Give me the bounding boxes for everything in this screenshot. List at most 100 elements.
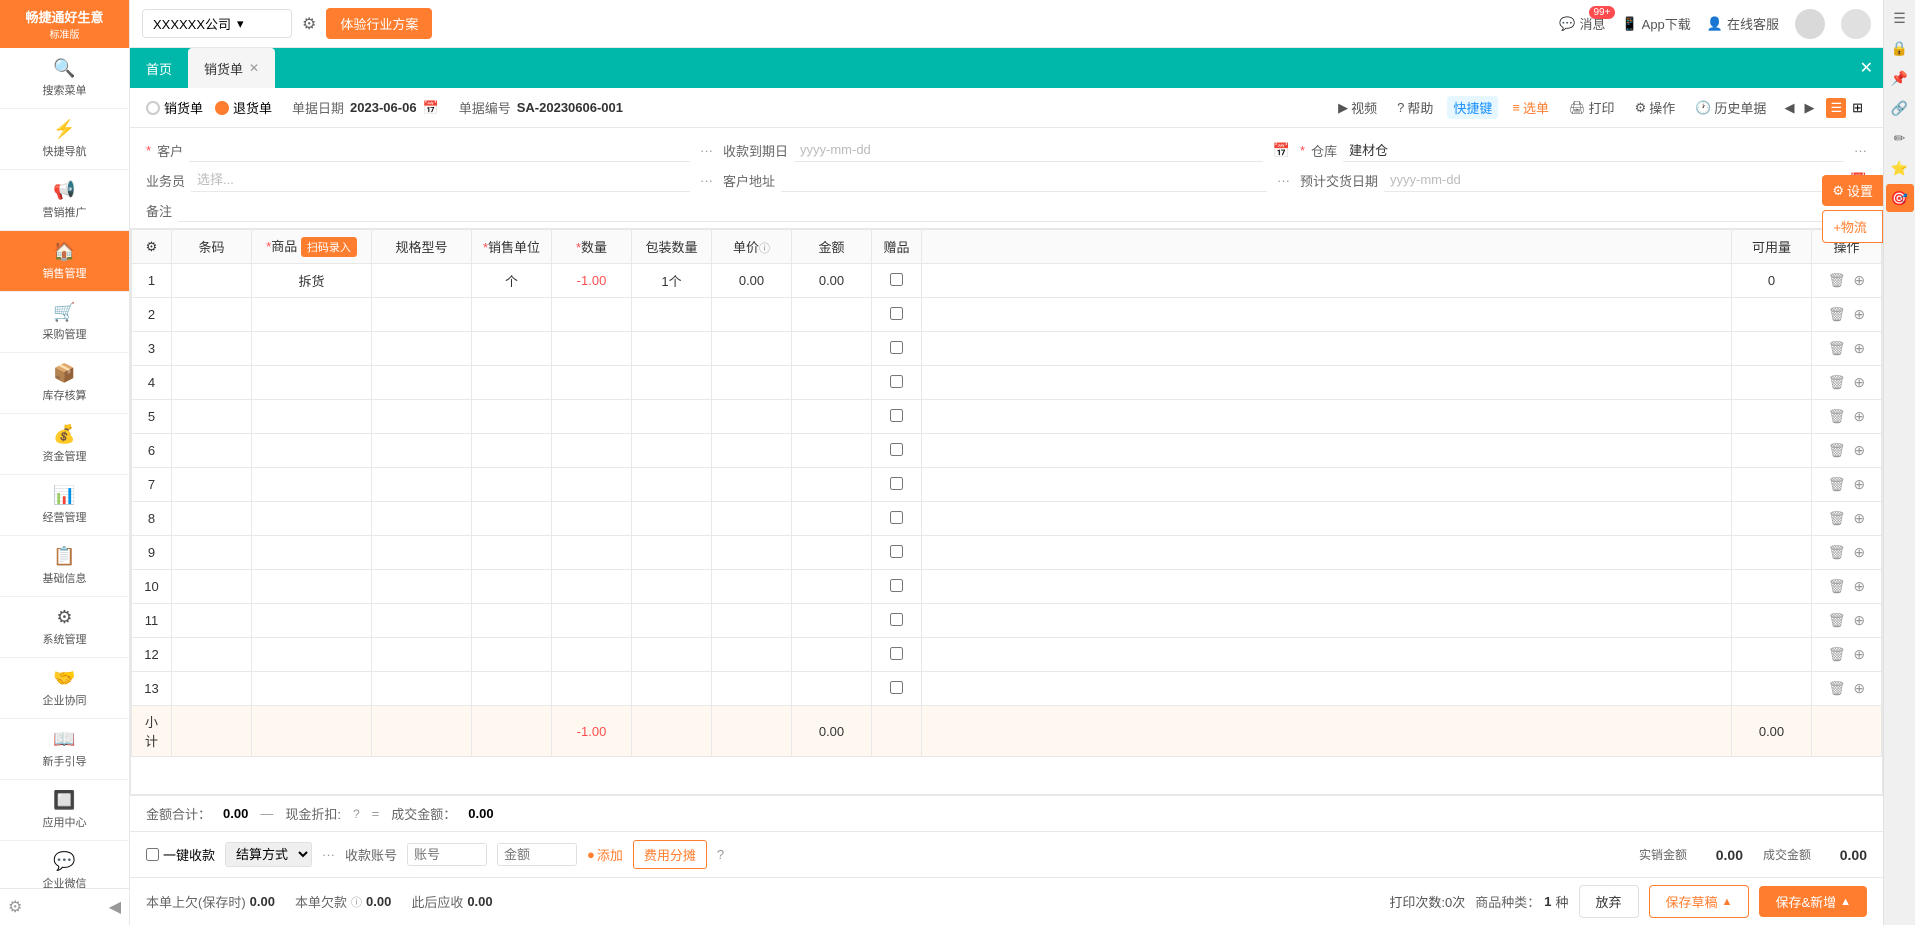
- copy-btn-6[interactable]: ⊕: [1851, 474, 1867, 495]
- user-avatar2[interactable]: [1841, 9, 1871, 39]
- cell-spec-0[interactable]: [372, 264, 472, 298]
- barcode-input-4[interactable]: [180, 409, 243, 424]
- panel-btn-4[interactable]: 🔗: [1886, 94, 1914, 122]
- trial-button[interactable]: 体验行业方案: [326, 8, 432, 39]
- barcode-input-5[interactable]: [180, 443, 243, 458]
- barcode-input-8[interactable]: [180, 545, 243, 560]
- user-avatar[interactable]: [1795, 9, 1825, 39]
- delete-btn-11[interactable]: 🗑: [1826, 644, 1848, 665]
- sidebar-item-销售管理[interactable]: 🏠销售管理: [0, 231, 129, 292]
- cell-spec-3[interactable]: [372, 366, 472, 400]
- barcode-input-2[interactable]: [180, 341, 243, 356]
- discount-help-icon[interactable]: ?: [353, 807, 360, 821]
- th-settings[interactable]: ⚙: [132, 230, 172, 264]
- sidebar-item-企业微信[interactable]: 💬企业微信: [0, 841, 129, 888]
- cost-split-btn[interactable]: 费用分摊: [633, 840, 707, 869]
- discard-button[interactable]: 放弃: [1579, 885, 1639, 918]
- grid-view-icon[interactable]: ⊞: [1848, 98, 1867, 118]
- sidebar-item-快捷导航[interactable]: ⚡快捷导航: [0, 109, 129, 170]
- barcode-input-9[interactable]: [180, 579, 243, 594]
- cost-help-icon[interactable]: ?: [717, 847, 724, 862]
- cell-spec-7[interactable]: [372, 502, 472, 536]
- warehouse-input[interactable]: [1343, 138, 1844, 162]
- gift-checkbox-1[interactable]: [890, 307, 903, 320]
- sidebar-item-采购管理[interactable]: 🛒采购管理: [0, 292, 129, 353]
- calendar-icon[interactable]: 📅: [423, 100, 439, 116]
- gift-checkbox-6[interactable]: [890, 477, 903, 490]
- delete-btn-5[interactable]: 🗑: [1826, 440, 1848, 461]
- tab-close-icon[interactable]: ✕: [249, 61, 259, 75]
- tab-sale[interactable]: 销货单 ✕: [188, 48, 275, 88]
- barcode-input-12[interactable]: [180, 681, 243, 696]
- pay-method-select[interactable]: 结算方式: [225, 842, 312, 867]
- gift-checkbox-2[interactable]: [890, 341, 903, 354]
- gift-checkbox-0[interactable]: [890, 273, 903, 286]
- customer-input[interactable]: [189, 138, 690, 162]
- payment-date-input[interactable]: [794, 138, 1263, 162]
- save-new-button[interactable]: 保存&新增 ▲: [1759, 886, 1867, 917]
- pay-method-dots[interactable]: ···: [322, 847, 335, 862]
- copy-btn-2[interactable]: ⊕: [1851, 338, 1867, 359]
- video-btn[interactable]: ▶ 视频: [1332, 96, 1383, 119]
- delete-btn-9[interactable]: 🗑: [1826, 576, 1848, 597]
- delete-btn-8[interactable]: 🗑: [1826, 542, 1848, 563]
- cell-barcode-6[interactable]: [172, 468, 252, 502]
- panel-btn-2[interactable]: 🔒: [1886, 34, 1914, 62]
- cell-spec-11[interactable]: [372, 638, 472, 672]
- copy-btn-3[interactable]: ⊕: [1851, 372, 1867, 393]
- tab-home[interactable]: 首页: [130, 48, 188, 88]
- panel-btn-6[interactable]: ⭐: [1886, 154, 1914, 182]
- barcode-input-7[interactable]: [180, 511, 243, 526]
- sidebar-item-库存核算[interactable]: 📦库存核算: [0, 353, 129, 414]
- cell-barcode-5[interactable]: [172, 434, 252, 468]
- copy-btn-12[interactable]: ⊕: [1851, 678, 1867, 699]
- prev-arrow[interactable]: ◀: [1780, 98, 1798, 118]
- gift-checkbox-10[interactable]: [890, 613, 903, 626]
- copy-btn-10[interactable]: ⊕: [1851, 610, 1867, 631]
- pay-account-input[interactable]: [407, 843, 487, 866]
- radio-return[interactable]: 退货单: [215, 98, 272, 117]
- operate-btn[interactable]: ⚙ 操作: [1629, 96, 1682, 119]
- sidebar-item-企业协同[interactable]: 🤝企业协同: [0, 658, 129, 719]
- select-btn[interactable]: ≡ 选单: [1506, 96, 1555, 119]
- gift-checkbox-12[interactable]: [890, 681, 903, 694]
- delete-btn-3[interactable]: 🗑: [1826, 372, 1848, 393]
- sidebar-item-新手引导[interactable]: 📖新手引导: [0, 719, 129, 780]
- sidebar-item-应用中心[interactable]: 🔲应用中心: [0, 780, 129, 841]
- cell-barcode-11[interactable]: [172, 638, 252, 672]
- gift-checkbox-5[interactable]: [890, 443, 903, 456]
- cell-barcode-10[interactable]: [172, 604, 252, 638]
- delete-btn-10[interactable]: 🗑: [1826, 610, 1848, 631]
- barcode-input-10[interactable]: [180, 613, 243, 628]
- cell-barcode-7[interactable]: [172, 502, 252, 536]
- history-btn[interactable]: 🕐 历史单据: [1689, 96, 1772, 119]
- sidebar-item-系统管理[interactable]: ⚙系统管理: [0, 597, 129, 658]
- cell-spec-1[interactable]: [372, 298, 472, 332]
- gift-checkbox-7[interactable]: [890, 511, 903, 524]
- help-btn[interactable]: ? 帮助: [1391, 96, 1439, 119]
- barcode-input-1[interactable]: [180, 307, 243, 322]
- print-btn[interactable]: 🖨 打印: [1563, 96, 1621, 119]
- list-view-icon[interactable]: ☰: [1826, 98, 1846, 118]
- sidebar-item-经营管理[interactable]: 📊经营管理: [0, 475, 129, 536]
- header-settings-icon[interactable]: ⚙: [302, 14, 316, 34]
- sidebar-item-营销推广[interactable]: 📢营销推广: [0, 170, 129, 231]
- cell-spec-10[interactable]: [372, 604, 472, 638]
- cell-barcode-2[interactable]: [172, 332, 252, 366]
- one-click-pay-label[interactable]: 一键收款: [146, 845, 215, 864]
- company-selector[interactable]: XXXXXX公司 ▾: [142, 9, 292, 38]
- delete-btn-4[interactable]: 🗑: [1826, 406, 1848, 427]
- cell-barcode-12[interactable]: [172, 672, 252, 706]
- sidebar-item-资金管理[interactable]: 💰资金管理: [0, 414, 129, 475]
- delete-btn-0[interactable]: 🗑: [1826, 270, 1848, 291]
- logistics-side-btn[interactable]: +物流: [1822, 210, 1883, 243]
- radio-sale[interactable]: 销货单: [146, 98, 203, 117]
- cell-barcode-1[interactable]: [172, 298, 252, 332]
- price-help-icon[interactable]: ⓘ: [759, 243, 770, 255]
- delete-btn-12[interactable]: 🗑: [1826, 678, 1848, 699]
- note-input[interactable]: [178, 198, 1867, 222]
- gift-checkbox-11[interactable]: [890, 647, 903, 660]
- panel-btn-7[interactable]: 🎯: [1886, 184, 1914, 212]
- gift-checkbox-9[interactable]: [890, 579, 903, 592]
- copy-btn-1[interactable]: ⊕: [1851, 304, 1867, 325]
